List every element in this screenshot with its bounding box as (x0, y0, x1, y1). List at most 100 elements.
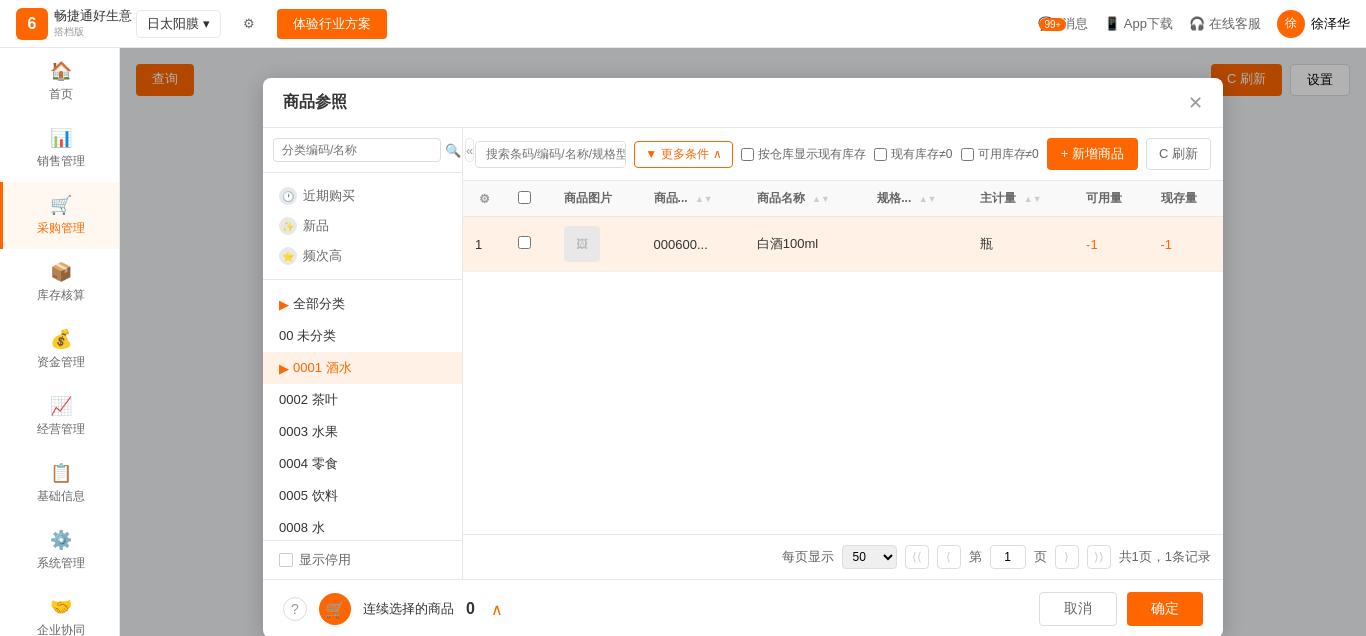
row-checkbox-cell[interactable] (506, 217, 552, 272)
avatar-initials: 徐 (1285, 15, 1297, 32)
next-page-button[interactable]: ⟩ (1055, 545, 1079, 569)
sidebar-item-system[interactable]: ⚙️ 系统管理 (0, 517, 119, 584)
app-download-button[interactable]: 📱 App下载 (1104, 15, 1173, 33)
page-size-label: 每页显示 (782, 548, 834, 566)
col-name[interactable]: 商品名称 ▲▼ (745, 181, 866, 217)
sidebar-label-inventory: 库存核算 (37, 287, 85, 304)
row-code: 000600... (642, 217, 745, 272)
message-button[interactable]: 💬 99+ 消息 (1038, 15, 1088, 33)
col-code[interactable]: 商品... ▲▼ (642, 181, 745, 217)
store-selector[interactable]: 日太阳膜 ▾ (136, 10, 221, 38)
category-search-bar: 🔍 « (263, 128, 462, 173)
footer-select-label: 连续选择的商品 (363, 600, 454, 618)
row-index: 1 (463, 217, 506, 272)
cat-item-0002[interactable]: 0002 茶叶 (263, 384, 462, 416)
warehouse-checkbox[interactable] (741, 148, 754, 161)
col-settings[interactable]: ⚙ (463, 181, 506, 217)
sidebar-item-enterprise[interactable]: 🤝 企业协同 (0, 584, 119, 636)
sidebar-label-sales: 销售管理 (37, 153, 85, 170)
sidebar-item-basic-info[interactable]: 📋 基础信息 (0, 450, 119, 517)
product-search-input[interactable] (476, 142, 626, 166)
cancel-button[interactable]: 取消 (1039, 592, 1117, 626)
trial-button[interactable]: 体验行业方案 (277, 9, 387, 39)
system-icon: ⚙️ (50, 529, 72, 551)
footer-count: 0 (466, 600, 475, 618)
row-checkbox[interactable] (518, 236, 531, 249)
shortcut-frequent[interactable]: ⭐ 频次高 (263, 241, 462, 271)
show-disabled-checkbox[interactable] (279, 553, 293, 567)
category-search-input[interactable] (273, 138, 441, 162)
available-neq0-checkbox-label[interactable]: 可用库存≠0 (961, 146, 1039, 163)
col-available: 可用量 (1074, 181, 1148, 217)
logo-sub: 搭档版 (54, 25, 132, 39)
shortcut-recent[interactable]: 🕐 近期购买 (263, 181, 462, 211)
filter-icon: ▼ (645, 147, 657, 161)
cat-0002-label: 0002 茶叶 (279, 391, 338, 409)
cat-00-label: 00 未分类 (279, 327, 336, 345)
cat-item-0001[interactable]: ▶ 0001 酒水 (263, 352, 462, 384)
shortcut-new[interactable]: ✨ 新品 (263, 211, 462, 241)
col-stock: 现存量 (1149, 181, 1223, 217)
row-name: 白酒100ml (745, 217, 866, 272)
last-page-button[interactable]: ⟩⟩ (1087, 545, 1111, 569)
category-list: ▶ 全部分类 00 未分类 ▶ 0001 酒水 0002 茶叶 0003 水果 (263, 280, 462, 540)
stock-neq0-checkbox-label[interactable]: 现有库存≠0 (874, 146, 952, 163)
online-service-button[interactable]: 🎧 在线客服 (1189, 15, 1261, 33)
username: 徐泽华 (1311, 15, 1350, 33)
confirm-button[interactable]: 确定 (1127, 592, 1203, 626)
cart-button[interactable]: 🛒 (319, 593, 351, 625)
user-avatar-button[interactable]: 徐 徐泽华 (1277, 10, 1350, 38)
stock-neq0-checkbox[interactable] (874, 148, 887, 161)
modal-footer: ? 🛒 连续选择的商品 0 ∧ 取消 确定 (263, 579, 1223, 636)
sidebar-item-finance[interactable]: 💰 资金管理 (0, 316, 119, 383)
store-name: 日太阳膜 (147, 15, 199, 33)
cat-item-00[interactable]: 00 未分类 (263, 320, 462, 352)
page-input[interactable] (990, 545, 1026, 569)
cat-item-0003[interactable]: 0003 水果 (263, 416, 462, 448)
col-unit[interactable]: 主计量 ▲▼ (968, 181, 1074, 217)
operations-icon: 📈 (50, 395, 72, 417)
cat-item-all[interactable]: ▶ 全部分类 (263, 288, 462, 320)
col-spec[interactable]: 规格... ▲▼ (865, 181, 968, 217)
table-row[interactable]: 1 🖼 000600... 白酒100ml 瓶 (463, 217, 1223, 272)
spec-sort-icon: ▲▼ (919, 196, 937, 202)
modal-close-button[interactable]: ✕ (1188, 94, 1203, 112)
cart-icon: 🛒 (319, 593, 351, 625)
show-disabled-label[interactable]: 显示停用 (279, 551, 446, 569)
sidebar-item-home[interactable]: 🏠 首页 (0, 48, 119, 115)
page-size-select[interactable]: 50 10 20 100 (842, 545, 897, 569)
sidebar-item-operations[interactable]: 📈 经营管理 (0, 383, 119, 450)
col-checkbox[interactable] (506, 181, 552, 217)
cat-item-0008[interactable]: 0008 水 (263, 512, 462, 540)
settings-button[interactable]: ⚙ (233, 8, 265, 40)
shortcut-new-label: 新品 (303, 217, 329, 235)
add-product-button[interactable]: + 新增商品 (1047, 138, 1138, 170)
sidebar-item-purchase[interactable]: 🛒 采购管理 (0, 182, 119, 249)
headset-icon: 🎧 (1189, 16, 1205, 31)
footer-collapse-button[interactable]: ∧ (491, 600, 503, 619)
prev-page-button[interactable]: ⟨ (937, 545, 961, 569)
toolbar-right: + 新增商品 C 刷新 (1047, 138, 1211, 170)
refresh-product-button[interactable]: C 刷新 (1146, 138, 1211, 170)
product-modal: 商品参照 ✕ 🔍 « 🕐 近期购买 ✨ 新品 (263, 78, 1223, 636)
settings-col-icon[interactable]: ⚙ (475, 192, 494, 206)
sidebar-item-inventory[interactable]: 📦 库存核算 (0, 249, 119, 316)
frequent-icon: ⭐ (279, 247, 297, 265)
warehouse-checkbox-label[interactable]: 按仓库显示现有库存 (741, 146, 866, 163)
cat-item-0005[interactable]: 0005 饮料 (263, 480, 462, 512)
select-all-checkbox[interactable] (518, 191, 531, 204)
cat-0001-label: 0001 酒水 (293, 359, 352, 377)
arrow-active-icon: ▶ (279, 361, 289, 376)
sidebar-item-sales[interactable]: 📊 销售管理 (0, 115, 119, 182)
unit-sort-icon: ▲▼ (1024, 196, 1042, 202)
row-unit: 瓶 (968, 217, 1074, 272)
filter-button[interactable]: ▼ 更多条件 ∧ (634, 141, 733, 168)
category-search-icon[interactable]: 🔍 (445, 143, 461, 158)
product-table: ⚙ 商品图片 商品... ▲▼ (463, 181, 1223, 534)
first-page-button[interactable]: ⟨⟨ (905, 545, 929, 569)
product-toolbar: 🔍 ▼ 更多条件 ∧ 按仓库显示现有库存 现有库存≠0 (463, 128, 1223, 181)
help-button[interactable]: ? (283, 597, 307, 621)
header-right: 💬 99+ 消息 📱 App下载 🎧 在线客服 徐 徐泽华 (1038, 10, 1350, 38)
available-neq0-checkbox[interactable] (961, 148, 974, 161)
cat-item-0004[interactable]: 0004 零食 (263, 448, 462, 480)
